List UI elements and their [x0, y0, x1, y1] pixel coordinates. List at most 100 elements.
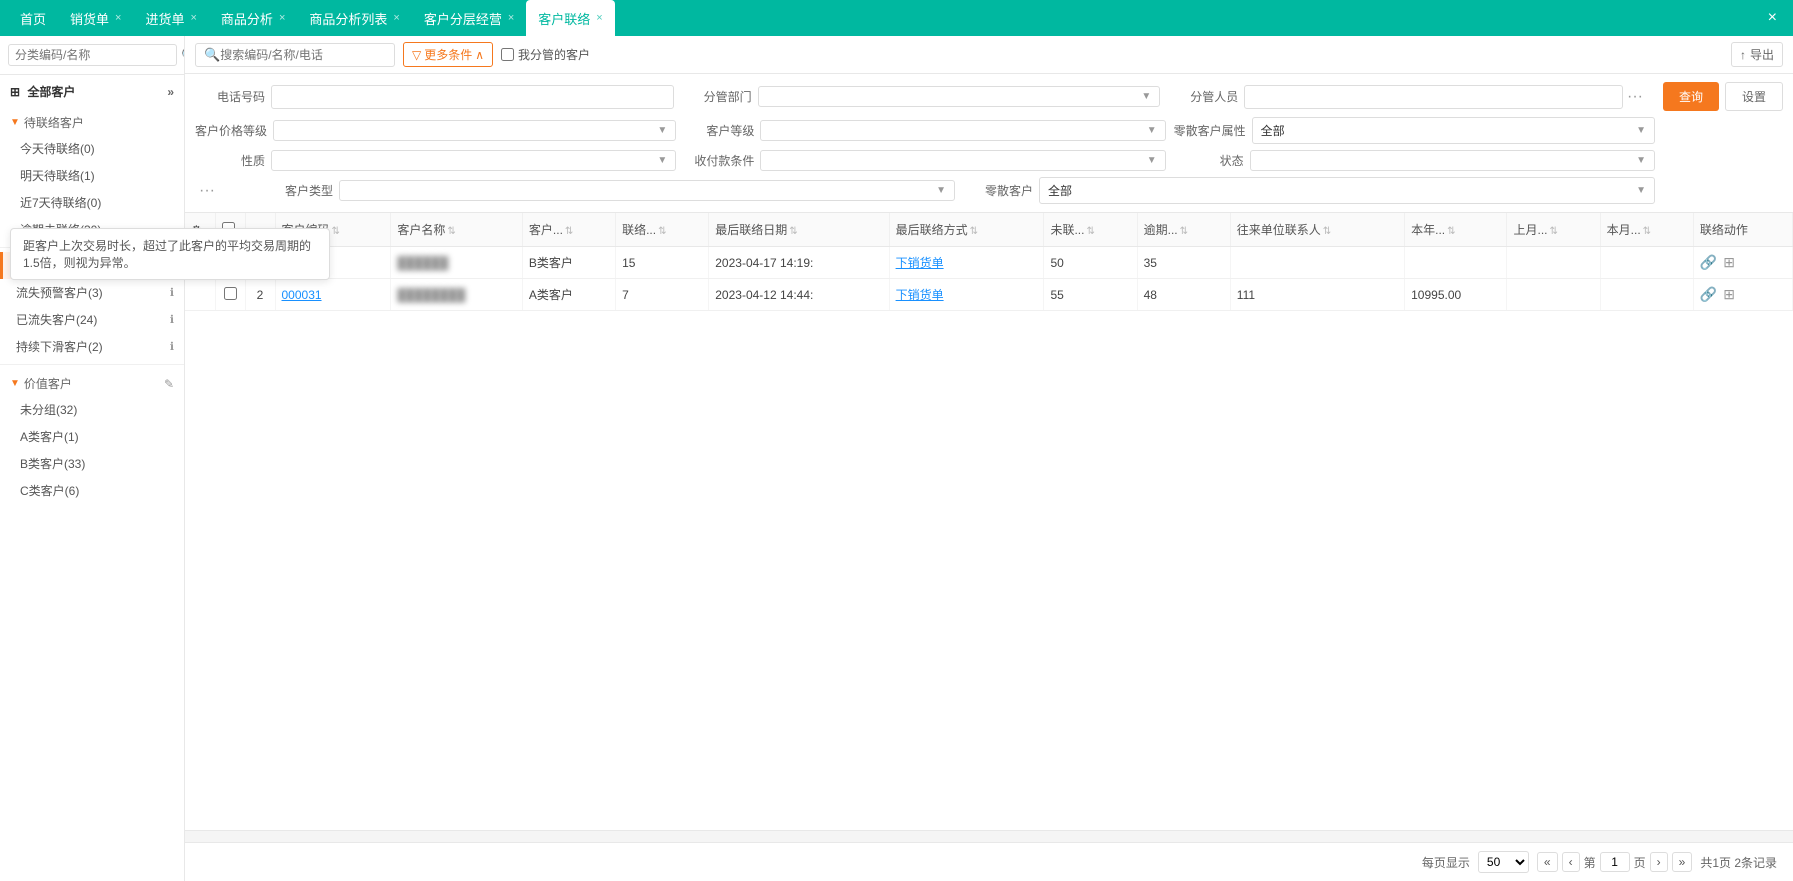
col-last-method[interactable]: 最后联络方式⇅ [889, 213, 1044, 247]
horizontal-scrollbar[interactable] [185, 830, 1793, 842]
row1-last-method[interactable]: 下销货单 [889, 247, 1044, 279]
row1-grid-icon[interactable]: ⊞ [1723, 254, 1735, 271]
row2-code[interactable]: 000031 [275, 279, 391, 311]
row2-checkbox[interactable] [224, 287, 237, 300]
row1-contact-person [1230, 247, 1404, 279]
phone-input[interactable] [271, 85, 674, 109]
search-input[interactable] [220, 48, 380, 62]
sidebar-search-input[interactable] [8, 44, 177, 66]
nav-purchase[interactable]: 进货单 × [133, 0, 208, 36]
row2-type: A类客户 [522, 279, 615, 311]
sidebar-collapse-arrow[interactable]: » [167, 85, 174, 99]
price-level-select[interactable]: ▼ [273, 120, 676, 141]
row1-this-year [1405, 247, 1507, 279]
nav-purchase-close[interactable]: × [190, 12, 196, 24]
table-area: ⚙ 客户编码⇅ 客户名称⇅ 客户...⇅ 联络...⇅ 最后联络日期⇅ 最后联络… [185, 213, 1793, 830]
filter-row-1: 电话号码 分管部门 ▼ 分管人员 ··· 查询 设置 [195, 82, 1783, 111]
chevron-up-icon: ∧ [475, 48, 484, 62]
nav-customer-tier[interactable]: 客户分层经营 × [412, 0, 526, 36]
sidebar-item-ungrouped[interactable]: 未分组(32) [0, 396, 184, 423]
sidebar-item-tomorrow[interactable]: 明天待联络(1) [0, 162, 184, 189]
retail-customer-arrow-icon: ▼ [1636, 185, 1646, 196]
nav-product-list-close[interactable]: × [393, 12, 399, 24]
more-conditions-button[interactable]: ▽ 更多条件 ∧ [403, 42, 493, 67]
col-overdue[interactable]: 逾期...⇅ [1137, 213, 1230, 247]
row1-action-icons: 🔗 ⊞ [1700, 254, 1786, 271]
prev-page-button[interactable]: ‹ [1562, 852, 1580, 872]
nav-product-analysis[interactable]: 商品分析 × [209, 0, 297, 36]
col-contact-person[interactable]: 往来单位联系人⇅ [1230, 213, 1404, 247]
row1-action: 🔗 ⊞ [1693, 247, 1792, 279]
row2-last-method[interactable]: 下销货单 [889, 279, 1044, 311]
page-number-input[interactable] [1600, 852, 1630, 872]
edit-icon-value[interactable]: ✎ [164, 377, 174, 391]
col-this-year[interactable]: 本年...⇅ [1405, 213, 1507, 247]
status-select[interactable]: ▼ [1250, 150, 1655, 171]
sidebar-group-pending: ▼ 待联络客户 今天待联络(0) 明天待联络(1) 近7天待联络(0) 逾期未联… [0, 108, 184, 243]
set-button[interactable]: 设置 [1725, 82, 1783, 111]
payment-select[interactable]: ▼ [760, 150, 1165, 171]
nav-product-analysis-close[interactable]: × [279, 12, 285, 24]
sidebar-item-declining[interactable]: 持续下滑客户(2) ℹ [0, 333, 184, 360]
more-dots-icon[interactable]: ··· [195, 182, 219, 200]
last-page-button[interactable]: » [1672, 852, 1693, 872]
total-records: 共1页 2条记录 [1700, 854, 1777, 871]
my-customers-checkbox[interactable] [501, 48, 514, 61]
retail-attr-select[interactable]: 全部 ▼ [1252, 117, 1655, 144]
nav-product-list[interactable]: 商品分析列表 × [297, 0, 411, 36]
nav-sales-close[interactable]: × [115, 12, 121, 24]
row2-link-icon[interactable]: 🔗 [1700, 286, 1717, 303]
page-size-select[interactable]: 20 50 100 [1478, 851, 1529, 873]
sidebar-item-today[interactable]: 今天待联络(0) [0, 135, 184, 162]
nav-sales[interactable]: 销货单 × [58, 0, 133, 36]
row1-overdue: 35 [1137, 247, 1230, 279]
sort-icon-overdue: ⇅ [1180, 226, 1188, 237]
price-level-label: 客户价格等级 [195, 122, 267, 139]
sidebar-item-c-class[interactable]: C类客户(6) [0, 477, 184, 504]
retail-customer-select[interactable]: 全部 ▼ [1039, 177, 1655, 204]
window-close[interactable]: × [1760, 9, 1785, 27]
sidebar-item-churned[interactable]: 已流失客户(24) ℹ [0, 306, 184, 333]
sidebar-item-a-class[interactable]: A类客户(1) [0, 423, 184, 450]
col-last-date[interactable]: 最后联络日期⇅ [709, 213, 889, 247]
sidebar-item-churn-warning[interactable]: 流失预警客户(3) ℹ [0, 279, 184, 306]
filter-customer-level: 客户等级 ▼ [684, 120, 1165, 141]
search-icon: 🔍 [204, 47, 220, 63]
sidebar-item-7days[interactable]: 近7天待联络(0) [0, 189, 184, 216]
sort-icon-name: ⇅ [447, 226, 455, 237]
info-icon-churned: ℹ [170, 313, 174, 326]
sidebar-group-pending-title[interactable]: ▼ 待联络客户 [0, 108, 184, 135]
nature-select[interactable]: ▼ [271, 150, 676, 171]
nav-customer-tier-close[interactable]: × [508, 12, 514, 24]
nature-arrow-icon: ▼ [657, 155, 667, 166]
export-button[interactable]: ↑ 导出 [1731, 42, 1783, 67]
customer-level-select[interactable]: ▼ [760, 120, 1165, 141]
col-last-month[interactable]: 上月...⇅ [1507, 213, 1600, 247]
nav-customer-contact-close[interactable]: × [596, 12, 602, 24]
dept-label: 分管部门 [682, 88, 752, 105]
triangle-icon-value: ▼ [10, 378, 20, 389]
customer-type-select[interactable]: ▼ [339, 180, 955, 201]
row1-link-icon[interactable]: 🔗 [1700, 254, 1717, 271]
nav-customer-contact[interactable]: 客户联络 × [526, 0, 614, 36]
customer-type-arrow-icon: ▼ [936, 185, 946, 196]
col-name[interactable]: 客户名称⇅ [391, 213, 523, 247]
col-type[interactable]: 客户...⇅ [522, 213, 615, 247]
manager-input[interactable] [1244, 85, 1623, 109]
row2-check[interactable] [215, 279, 245, 311]
row2-grid-icon[interactable]: ⊞ [1723, 286, 1735, 303]
col-contacts[interactable]: 联络...⇅ [616, 213, 709, 247]
payment-label: 收付款条件 [684, 152, 754, 169]
query-button[interactable]: 查询 [1663, 82, 1719, 111]
next-page-button[interactable]: › [1650, 852, 1668, 872]
first-page-button[interactable]: « [1537, 852, 1558, 872]
my-customers-checkbox-label[interactable]: 我分管的客户 [501, 46, 590, 63]
sidebar-item-b-class[interactable]: B类客户(33) [0, 450, 184, 477]
sidebar-group-value-title[interactable]: ▼ 价值客户 ✎ [0, 369, 184, 396]
row2-contact-person: 111 [1230, 279, 1404, 311]
col-not-contacted[interactable]: 未联...⇅ [1044, 213, 1137, 247]
nav-home[interactable]: 首页 [8, 0, 58, 36]
manager-more-dots[interactable]: ··· [1623, 88, 1647, 106]
col-this-month[interactable]: 本月...⇅ [1600, 213, 1693, 247]
dept-select[interactable]: ▼ [758, 86, 1161, 107]
